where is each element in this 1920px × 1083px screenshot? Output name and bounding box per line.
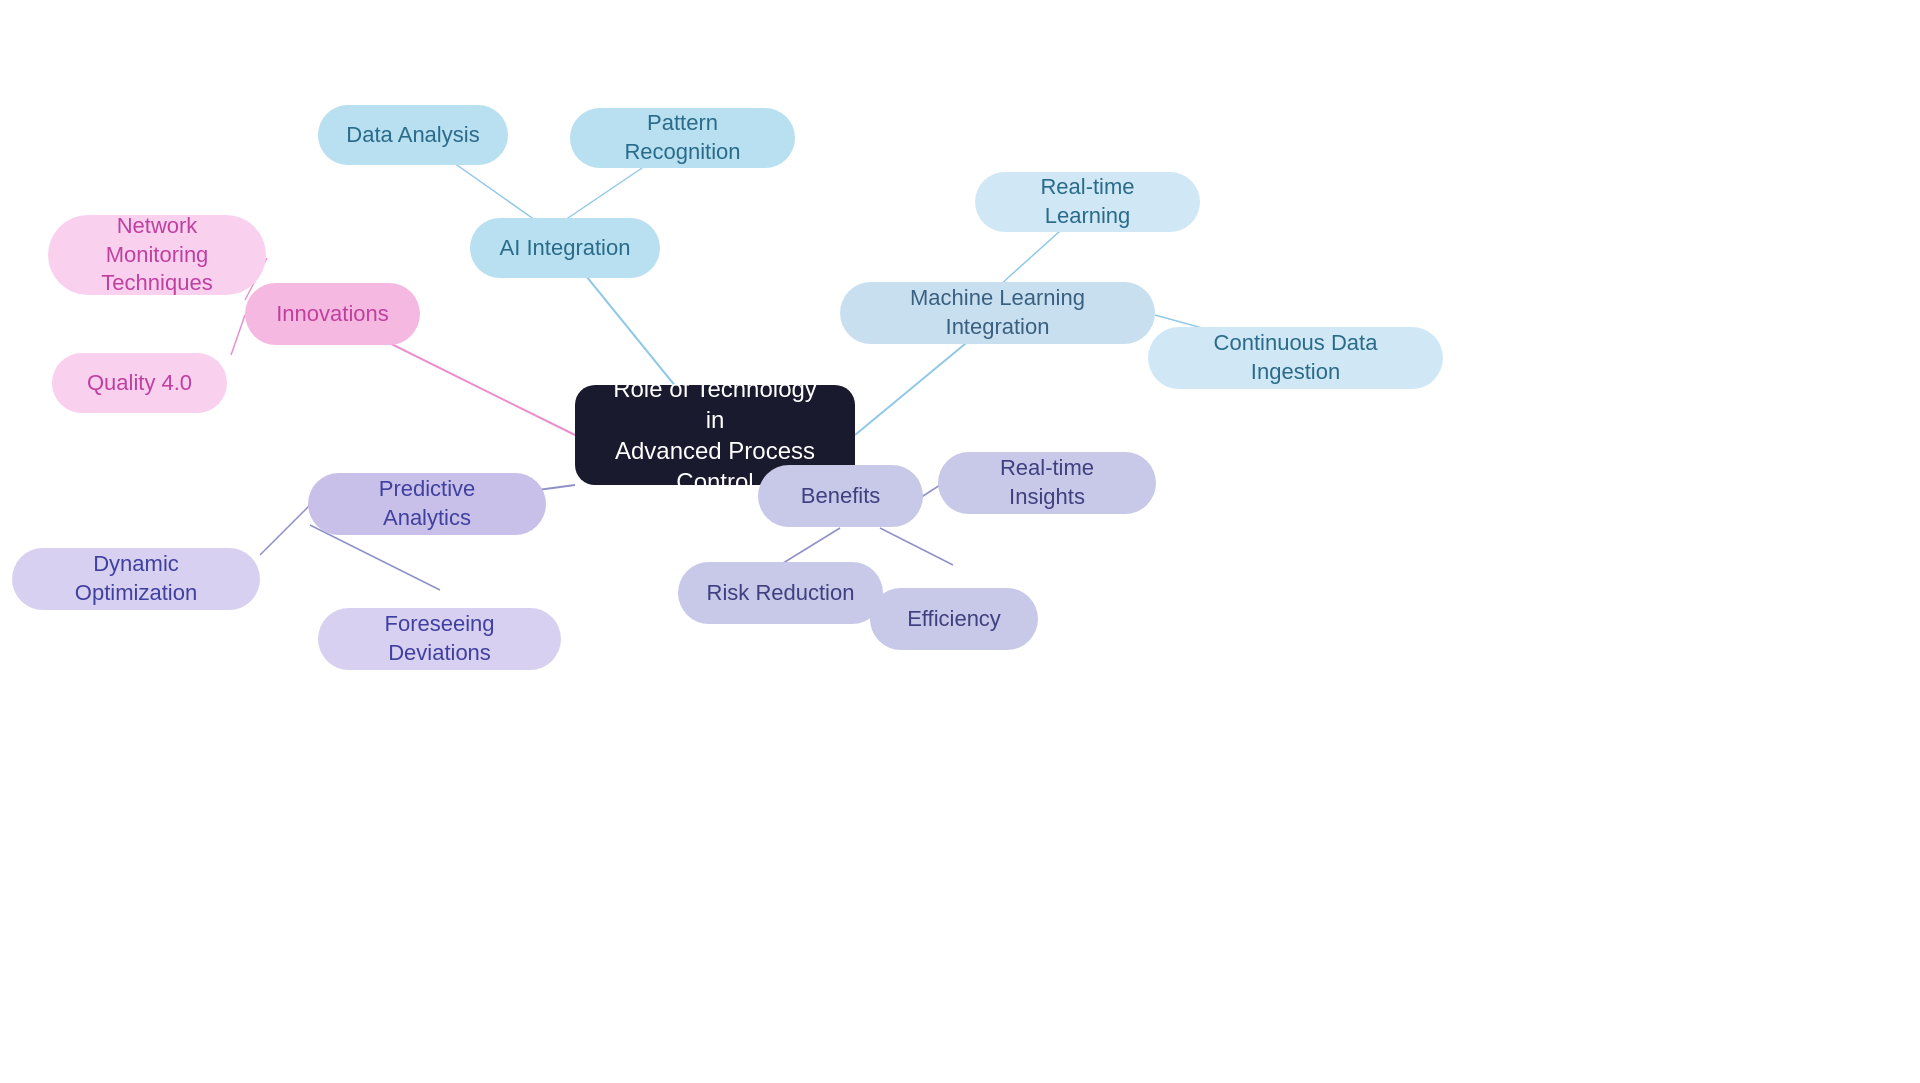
pattern-recognition-node: Pattern Recognition — [570, 108, 795, 168]
svg-line-5 — [231, 315, 245, 355]
dynamic-optimization-label: Dynamic Optimization — [40, 550, 232, 607]
continuous-data-node: Continuous Data Ingestion — [1148, 327, 1443, 389]
pattern-recognition-label: Pattern Recognition — [598, 109, 767, 166]
realtime-learning-node: Real-time Learning — [975, 172, 1200, 232]
realtime-learning-label: Real-time Learning — [1003, 173, 1172, 230]
svg-line-10 — [260, 505, 310, 555]
foreseeing-deviations-label: Foreseeing Deviations — [346, 610, 533, 667]
innovations-node: Innovations — [245, 283, 420, 345]
risk-reduction-label: Risk Reduction — [707, 579, 855, 608]
efficiency-node: Efficiency — [870, 588, 1038, 650]
svg-line-13 — [920, 485, 940, 498]
svg-line-14 — [780, 528, 840, 565]
realtime-insights-label: Real-time Insights — [966, 454, 1128, 511]
quality-40-node: Quality 4.0 — [52, 353, 227, 413]
benefits-label: Benefits — [801, 482, 881, 511]
foreseeing-deviations-node: Foreseeing Deviations — [318, 608, 561, 670]
realtime-insights-node: Real-time Insights — [938, 452, 1156, 514]
ml-integration-label: Machine Learning Integration — [868, 284, 1127, 341]
ml-integration-node: Machine Learning Integration — [840, 282, 1155, 344]
continuous-data-label: Continuous Data Ingestion — [1176, 329, 1415, 386]
risk-reduction-node: Risk Reduction — [678, 562, 883, 624]
data-analysis-label: Data Analysis — [346, 121, 479, 150]
network-monitoring-node: Network MonitoringTechniques — [48, 215, 266, 295]
innovations-label: Innovations — [276, 300, 389, 329]
dynamic-optimization-node: Dynamic Optimization — [12, 548, 260, 610]
benefits-node: Benefits — [758, 465, 923, 527]
ai-integration-label: AI Integration — [500, 234, 631, 263]
data-analysis-node: Data Analysis — [318, 105, 508, 165]
network-monitoring-label: Network MonitoringTechniques — [76, 212, 238, 298]
predictive-analytics-label: Predictive Analytics — [336, 475, 518, 532]
predictive-analytics-node: Predictive Analytics — [308, 473, 546, 535]
ai-integration-node: AI Integration — [470, 218, 660, 278]
quality-40-label: Quality 4.0 — [87, 369, 192, 398]
efficiency-label: Efficiency — [907, 605, 1001, 634]
svg-line-15 — [880, 528, 953, 565]
